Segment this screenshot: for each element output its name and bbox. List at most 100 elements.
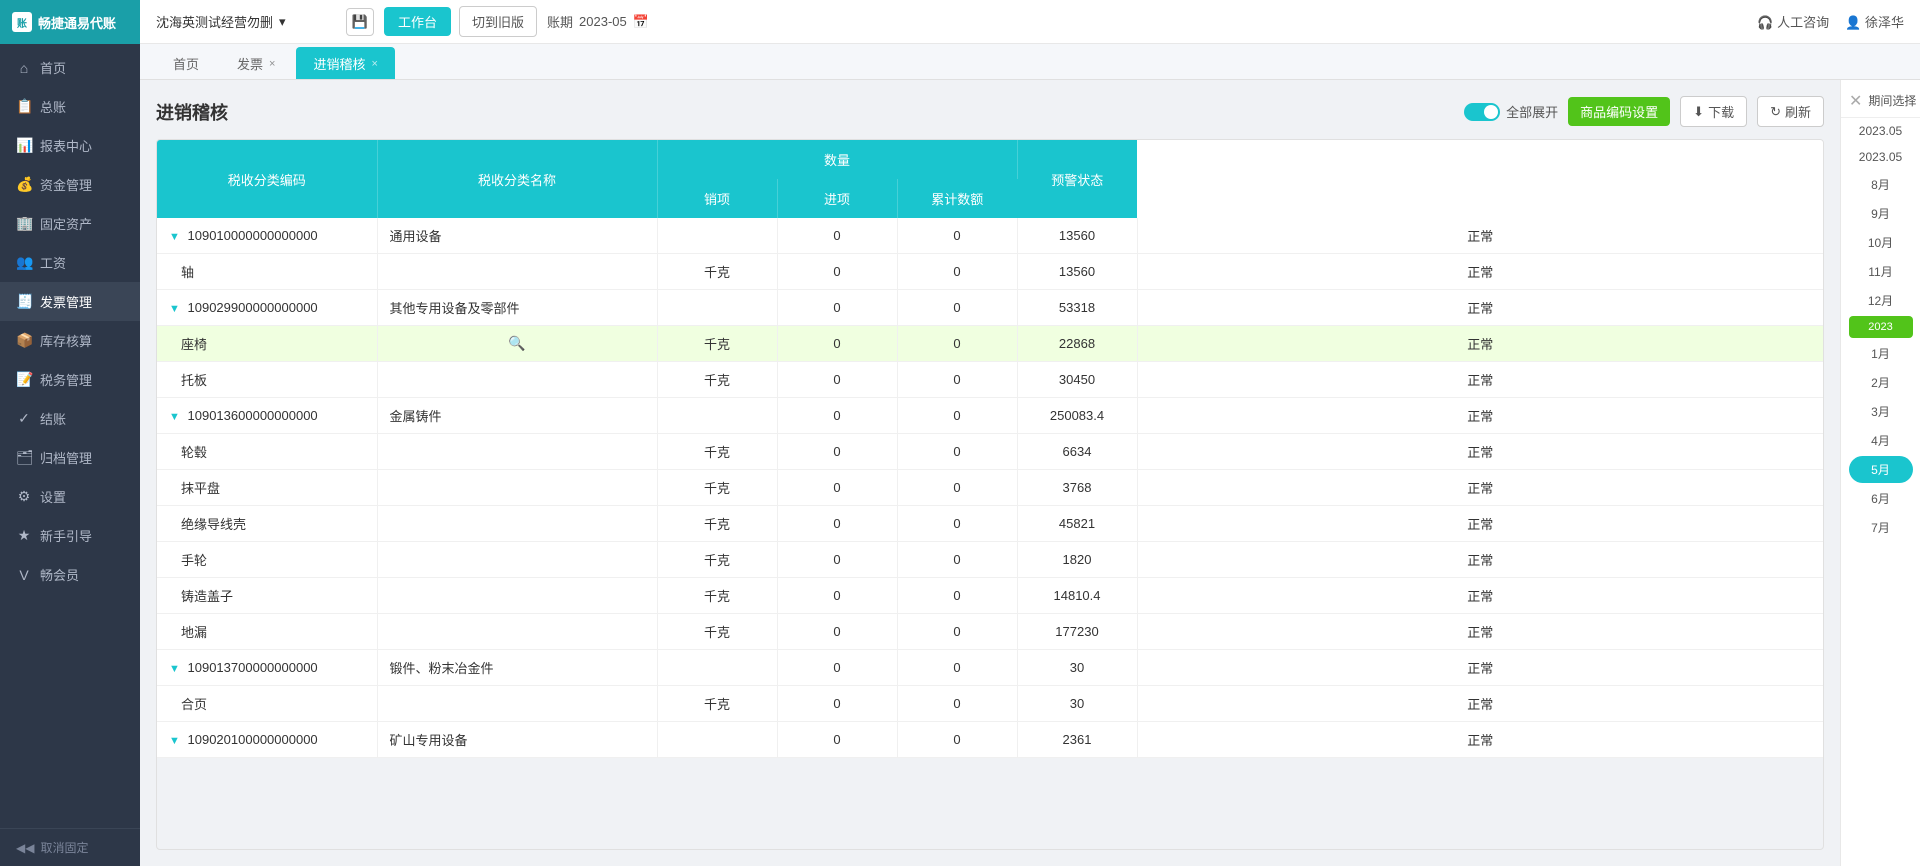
period-item[interactable]: 12月 <box>1849 287 1913 314</box>
td-code: ▼ 109013700000000000 <box>157 650 377 686</box>
panel-collapse-button[interactable]: ✕ <box>1849 91 1862 111</box>
td-sales: 0 <box>777 290 897 326</box>
td-total: 1820 <box>1017 542 1137 578</box>
search-icon[interactable]: 🔍 <box>390 335 645 352</box>
sidebar-item-funds[interactable]: 💰资金管理 <box>0 165 140 204</box>
panel-title: 期间选择 <box>1862 88 1920 113</box>
td-purchase: 0 <box>897 290 1017 326</box>
td-purchase: 0 <box>897 650 1017 686</box>
sidebar-item-guide[interactable]: ★新手引导 <box>0 516 140 555</box>
td-name: 金属铸件 <box>377 398 657 434</box>
user-info[interactable]: 👤 徐泽华 <box>1845 12 1904 31</box>
tab-reconcile[interactable]: 进销稽核 × <box>296 47 394 79</box>
td-total: 250083.4 <box>1017 398 1137 434</box>
logo-icon: 账 <box>12 12 32 32</box>
sidebar-item-assets[interactable]: 🏢固定资产 <box>0 204 140 243</box>
settings-icon: ⚙ <box>16 488 32 505</box>
period-item[interactable]: 7月 <box>1849 514 1913 541</box>
home-icon: ⌂ <box>16 60 32 76</box>
sidebar-item-reports[interactable]: 📊报表中心 <box>0 126 140 165</box>
sidebar-item-payroll[interactable]: 👥工资 <box>0 243 140 282</box>
td-name <box>377 254 657 290</box>
tab-invoice[interactable]: 发票 × <box>220 47 292 79</box>
td-total: 30450 <box>1017 362 1137 398</box>
refresh-button[interactable]: ↻ 刷新 <box>1757 96 1824 127</box>
tab-close-icon[interactable]: × <box>269 58 275 70</box>
th-code: 税收分类编码 <box>157 140 377 218</box>
period-item[interactable]: 11月 <box>1849 258 1913 285</box>
switch-old-button[interactable]: 切到旧版 <box>459 6 537 37</box>
period-item[interactable]: 5月 <box>1849 456 1913 483</box>
expand-icon[interactable]: ▼ <box>169 735 180 747</box>
product-code-button[interactable]: 商品编码设置 <box>1568 97 1670 126</box>
td-sales: 0 <box>777 506 897 542</box>
service-label[interactable]: 🎧 人工咨询 <box>1757 12 1829 31</box>
reports-icon: 📊 <box>16 137 32 154</box>
tab-home[interactable]: 首页 <box>156 47 216 79</box>
td-name: 矿山专用设备 <box>377 722 657 758</box>
td-code: ▼ 109029900000000000 <box>157 290 377 326</box>
table-row: ▼ 109029900000000000 其他专用设备及零部件 0 0 5331… <box>157 290 1823 326</box>
td-unit: 千克 <box>657 578 777 614</box>
sidebar-item-tax[interactable]: 📝税务管理 <box>0 360 140 399</box>
td-unit: 千克 <box>657 614 777 650</box>
tab-label: 发票 <box>237 54 263 73</box>
expand-icon[interactable]: ▼ <box>169 303 180 315</box>
content-area: 进销稽核 全部展开 商品编码设置 ⬇ 下载 ↻ 刷 <box>140 80 1920 866</box>
table-row: 抹平盘 千克 0 0 3768 正常 <box>157 470 1823 506</box>
sidebar-item-label: 设置 <box>40 487 66 506</box>
period-item[interactable]: 10月 <box>1849 229 1913 256</box>
period-item[interactable]: 2月 <box>1849 369 1913 396</box>
sidebar-item-invoice[interactable]: 🧾发票管理 <box>0 282 140 321</box>
period-item[interactable]: 4月 <box>1849 427 1913 454</box>
switch-track[interactable] <box>1464 103 1500 121</box>
sidebar-item-member[interactable]: V畅会员 <box>0 555 140 594</box>
sidebar-item-settlement[interactable]: ✓结账 <box>0 399 140 438</box>
td-unit <box>657 398 777 434</box>
sidebar-item-home[interactable]: ⌂首页 <box>0 48 140 87</box>
td-total: 2361 <box>1017 722 1137 758</box>
td-name <box>377 686 657 722</box>
td-code: ▼ 109020100000000000 <box>157 722 377 758</box>
company-name: 沈海英测试经营勿删 <box>156 12 273 31</box>
td-status: 正常 <box>1137 218 1823 254</box>
guide-icon: ★ <box>16 527 32 544</box>
download-button[interactable]: ⬇ 下载 <box>1680 96 1747 127</box>
th-status: 预警状态 <box>1017 140 1137 218</box>
expand-icon[interactable]: ▼ <box>169 231 180 243</box>
td-code: 轮毂 <box>157 434 377 470</box>
expand-toggle[interactable]: 全部展开 <box>1464 102 1558 121</box>
period-item[interactable]: 3月 <box>1849 398 1913 425</box>
sidebar-item-inventory[interactable]: 📦库存核算 <box>0 321 140 360</box>
period-item[interactable]: 2023 <box>1849 316 1913 338</box>
sidebar-item-ledger[interactable]: 📋总账 <box>0 87 140 126</box>
td-sales: 0 <box>777 326 897 362</box>
period-item[interactable]: 9月 <box>1849 200 1913 227</box>
sidebar-item-archive[interactable]: 🗂归档管理 <box>0 438 140 477</box>
expand-icon[interactable]: ▼ <box>169 663 180 675</box>
period-item[interactable]: 2023.05 <box>1849 145 1913 169</box>
period-item[interactable]: 8月 <box>1849 171 1913 198</box>
save-button[interactable]: 💾 <box>346 8 374 36</box>
expand-icon[interactable]: ▼ <box>169 411 180 423</box>
td-sales: 0 <box>777 686 897 722</box>
td-code: ▼ 109010000000000000 <box>157 218 377 254</box>
company-selector[interactable]: 沈海英测试经营勿删 ▾ <box>156 12 336 31</box>
period-item[interactable]: 1月 <box>1849 340 1913 367</box>
td-status: 正常 <box>1137 614 1823 650</box>
td-unit: 千克 <box>657 362 777 398</box>
calendar-icon[interactable]: 📅 <box>633 14 649 30</box>
td-status: 正常 <box>1137 470 1823 506</box>
table-row: 轴 千克 0 0 13560 正常 <box>157 254 1823 290</box>
workbench-button[interactable]: 工作台 <box>384 7 451 36</box>
td-total: 13560 <box>1017 254 1137 290</box>
sidebar-item-settings[interactable]: ⚙ 设置 <box>0 477 140 516</box>
period-item[interactable]: 2023.05 <box>1849 119 1913 143</box>
sidebar-bottom[interactable]: ◀◀ 取消固定 <box>0 828 140 866</box>
tab-label: 进销稽核 <box>313 54 365 73</box>
td-sales: 0 <box>777 362 897 398</box>
td-status: 正常 <box>1137 290 1823 326</box>
tab-close-icon[interactable]: × <box>371 58 377 70</box>
td-sales: 0 <box>777 434 897 470</box>
period-item[interactable]: 6月 <box>1849 485 1913 512</box>
